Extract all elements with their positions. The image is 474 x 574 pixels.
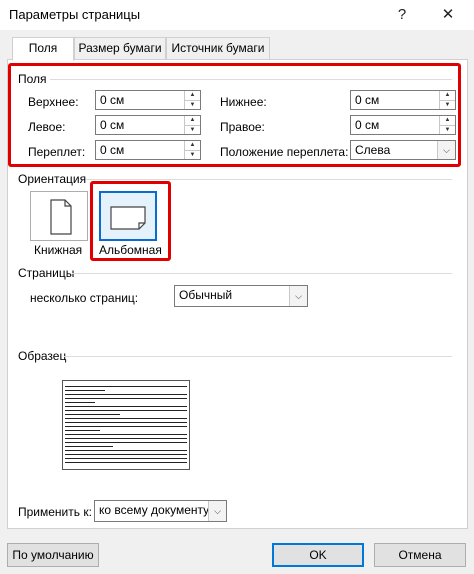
right-margin-label: Правое: bbox=[220, 120, 265, 134]
gutter-position-value[interactable]: Слева bbox=[355, 143, 390, 157]
gutter-spinner[interactable]: 0 см ▲ ▼ bbox=[95, 140, 201, 160]
multiple-pages-select[interactable]: Обычный ⌵ bbox=[174, 285, 308, 307]
top-margin-arrows[interactable]: ▲ ▼ bbox=[184, 91, 200, 109]
orientation-separator bbox=[86, 179, 452, 180]
spin-up-icon[interactable]: ▲ bbox=[185, 91, 200, 100]
set-default-button[interactable]: По умолчанию bbox=[7, 543, 99, 567]
preview-group-label: Образец bbox=[18, 349, 67, 363]
gutter-label: Переплет: bbox=[28, 145, 86, 159]
gutter-arrows[interactable]: ▲ ▼ bbox=[184, 141, 200, 159]
spin-up-icon[interactable]: ▲ bbox=[185, 141, 200, 150]
spin-down-icon[interactable]: ▼ bbox=[185, 100, 200, 109]
gutter-position-select[interactable]: Слева ⌵ bbox=[350, 140, 456, 160]
multiple-pages-value[interactable]: Обычный bbox=[179, 288, 232, 302]
chevron-down-icon[interactable]: ⌵ bbox=[208, 501, 226, 521]
cancel-button[interactable]: Отмена bbox=[374, 543, 466, 567]
margins-group-label: Поля bbox=[18, 72, 47, 86]
tab-paper-source[interactable]: Источник бумаги bbox=[166, 37, 270, 60]
spin-down-icon[interactable]: ▼ bbox=[440, 100, 455, 109]
spin-down-icon[interactable]: ▼ bbox=[185, 125, 200, 134]
left-margin-label: Левое: bbox=[28, 120, 66, 134]
tab-paper-size[interactable]: Размер бумаги bbox=[74, 37, 166, 60]
top-margin-spinner[interactable]: 0 см ▲ ▼ bbox=[95, 90, 201, 110]
landscape-label: Альбомная bbox=[99, 243, 162, 257]
orientation-group-label: Ориентация bbox=[18, 172, 87, 186]
left-margin-spinner[interactable]: 0 см ▲ ▼ bbox=[95, 115, 201, 135]
chevron-down-icon[interactable]: ⌵ bbox=[437, 141, 455, 159]
left-margin-value[interactable]: 0 см bbox=[100, 118, 124, 132]
spin-up-icon[interactable]: ▲ bbox=[440, 116, 455, 125]
window-title: Параметры страницы bbox=[9, 7, 141, 22]
spin-down-icon[interactable]: ▼ bbox=[185, 150, 200, 159]
right-margin-arrows[interactable]: ▲ ▼ bbox=[439, 116, 455, 134]
bottom-margin-label: Нижнее: bbox=[220, 95, 267, 109]
preview-separator bbox=[64, 356, 452, 357]
bottom-margin-value[interactable]: 0 см bbox=[355, 93, 379, 107]
left-margin-arrows[interactable]: ▲ ▼ bbox=[184, 116, 200, 134]
apply-to-value[interactable]: ко всему документу bbox=[99, 503, 209, 517]
pages-group-label: Страницы bbox=[18, 266, 75, 280]
tab-margins[interactable]: Поля bbox=[12, 37, 74, 61]
pages-separator bbox=[72, 273, 452, 274]
portrait-button[interactable] bbox=[30, 191, 88, 241]
apply-to-label: Применить к: bbox=[18, 505, 92, 519]
landscape-page-icon bbox=[110, 206, 146, 230]
ok-button[interactable]: OK bbox=[272, 543, 364, 567]
spin-up-icon[interactable]: ▲ bbox=[185, 116, 200, 125]
multiple-pages-label: несколько страниц: bbox=[30, 291, 139, 305]
landscape-button[interactable] bbox=[99, 191, 157, 241]
top-margin-value[interactable]: 0 см bbox=[100, 93, 124, 107]
spin-down-icon[interactable]: ▼ bbox=[440, 125, 455, 134]
bottom-margin-arrows[interactable]: ▲ ▼ bbox=[439, 91, 455, 109]
portrait-label: Книжная bbox=[34, 243, 83, 257]
right-margin-spinner[interactable]: 0 см ▲ ▼ bbox=[350, 115, 456, 135]
right-margin-value[interactable]: 0 см bbox=[355, 118, 379, 132]
top-margin-label: Верхнее: bbox=[28, 95, 79, 109]
spin-up-icon[interactable]: ▲ bbox=[440, 91, 455, 100]
close-button[interactable]: ✕ bbox=[436, 4, 460, 26]
gutter-value[interactable]: 0 см bbox=[100, 143, 124, 157]
margins-separator bbox=[50, 79, 452, 80]
bottom-margin-spinner[interactable]: 0 см ▲ ▼ bbox=[350, 90, 456, 110]
preview-page bbox=[62, 380, 190, 470]
gutter-position-label: Положение переплета: bbox=[220, 145, 349, 159]
portrait-page-icon bbox=[50, 199, 72, 235]
help-button[interactable]: ? bbox=[390, 4, 414, 26]
chevron-down-icon[interactable]: ⌵ bbox=[289, 286, 307, 306]
apply-to-select[interactable]: ко всему документу ⌵ bbox=[94, 500, 227, 522]
